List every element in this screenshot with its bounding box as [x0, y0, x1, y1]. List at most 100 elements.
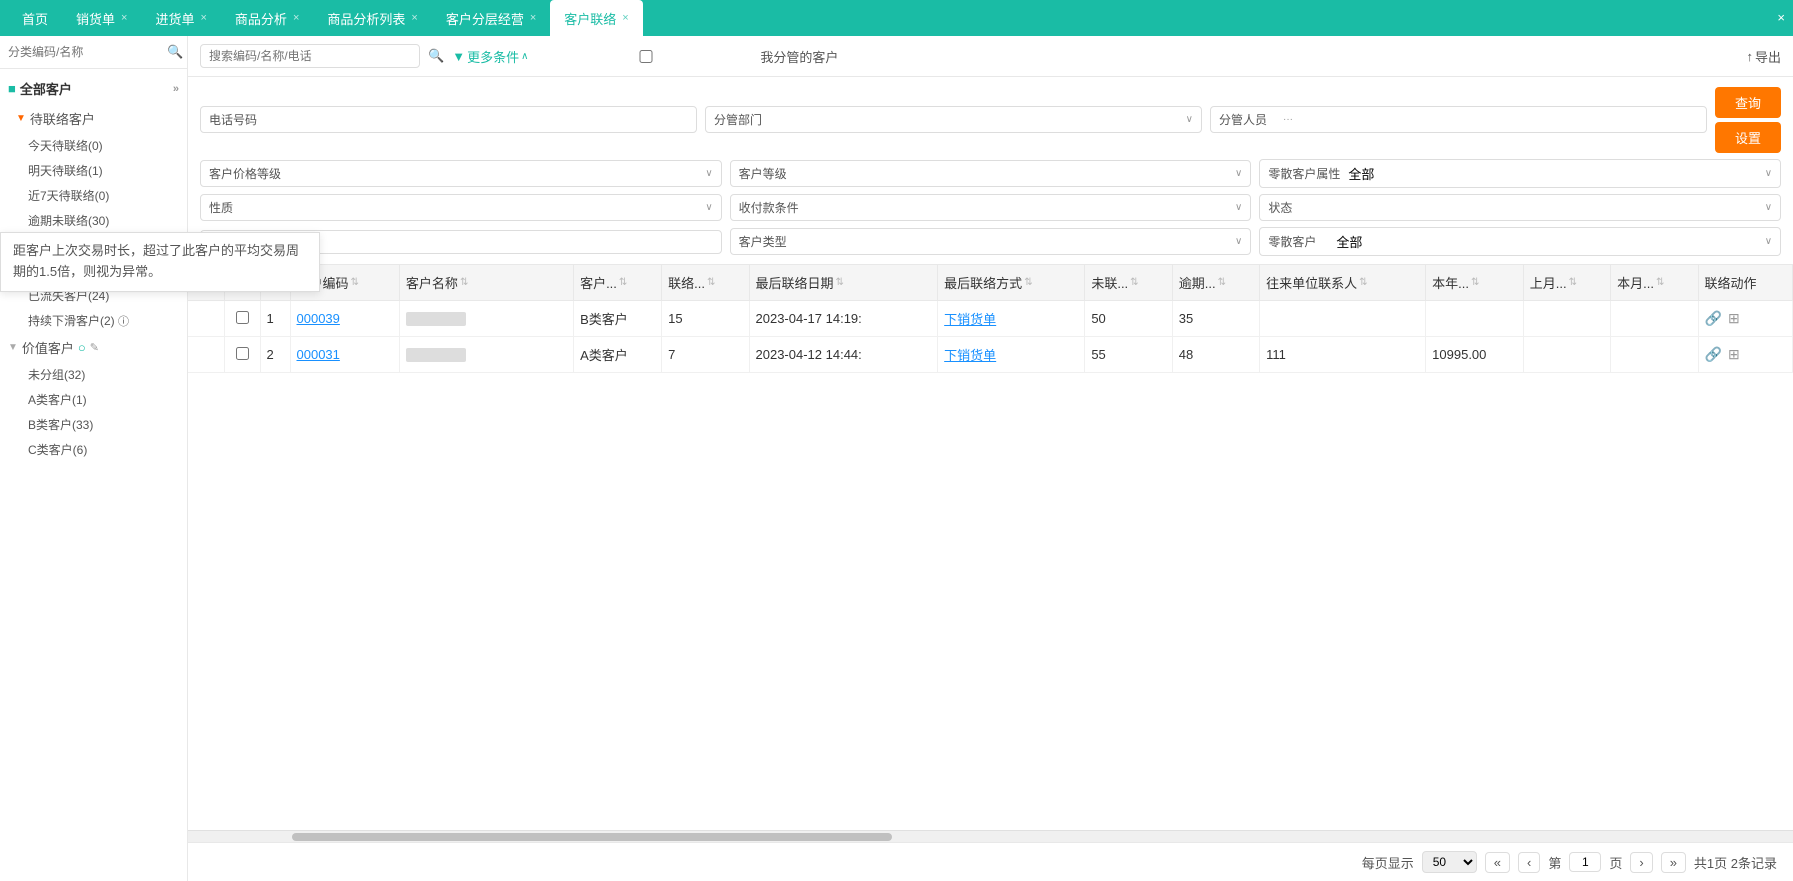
next-page-btn[interactable]: ›: [1630, 852, 1652, 873]
person-field[interactable]: 分管人员 ···: [1210, 106, 1707, 133]
customer-type-field[interactable]: 客户类型 ∨: [730, 228, 1252, 255]
row2-method[interactable]: 下销货单: [938, 337, 1085, 373]
tab-goods-analysis-close[interactable]: ×: [293, 12, 299, 24]
col-overdue-sort[interactable]: ⇅: [1218, 277, 1226, 288]
retail-attr-field[interactable]: 零散客户属性 全部 ∨: [1259, 159, 1781, 188]
sidebar-item-a-class[interactable]: A类客户(1): [0, 387, 187, 412]
sidebar-collapse-btn[interactable]: »: [173, 83, 179, 95]
tab-sales[interactable]: 销货单 ×: [62, 0, 141, 36]
col-this-month[interactable]: 本月... ⇅: [1611, 265, 1698, 301]
col-contact[interactable]: 联络... ⇅: [662, 265, 749, 301]
per-page-select[interactable]: 50 100: [1422, 851, 1477, 873]
scroll-thumb[interactable]: [292, 833, 892, 841]
gender-field[interactable]: 性质 ∨: [200, 194, 722, 221]
value-section-edit2-icon[interactable]: ✎: [90, 341, 99, 354]
tab-customer-tier[interactable]: 客户分层经营 ×: [432, 0, 550, 36]
col-last-month[interactable]: 上月... ⇅: [1523, 265, 1610, 301]
dept-field[interactable]: 分管部门 ∨: [705, 106, 1202, 133]
adv-row-2: 客户价格等级 ∨ 客户等级 ∨ 零散客户属性 全部 ∨: [200, 159, 1781, 188]
row2-select-checkbox[interactable]: [236, 347, 249, 360]
my-customers-checkbox[interactable]: [536, 50, 756, 63]
row1-code[interactable]: 000039: [290, 301, 399, 337]
sidebar-item-today[interactable]: 今天待联络(0): [0, 133, 187, 158]
col-contact-sort[interactable]: ⇅: [707, 277, 715, 288]
status-field[interactable]: 状态 ∨: [1259, 194, 1781, 221]
query-button[interactable]: 查询: [1715, 87, 1781, 118]
sidebar-item-continue-down[interactable]: 持续下滑客户(2) ⓘ: [0, 308, 187, 333]
first-page-btn[interactable]: «: [1485, 852, 1510, 873]
tab-goods-analysis[interactable]: 商品分析 ×: [221, 0, 313, 36]
sidebar-item-c-class[interactable]: C类客户(6): [0, 437, 187, 462]
export-btn[interactable]: ↑ 导出: [1746, 47, 1781, 66]
sidebar-search-input[interactable]: [8, 45, 163, 59]
tab-purchase-close[interactable]: ×: [200, 12, 206, 24]
tab-goods-analysis-list-close[interactable]: ×: [411, 12, 417, 24]
col-this-month-sort[interactable]: ⇅: [1656, 277, 1664, 288]
tab-customer-tier-close[interactable]: ×: [530, 12, 536, 24]
col-history-sort[interactable]: ⇅: [1359, 277, 1367, 288]
col-name-sort[interactable]: ⇅: [460, 277, 468, 288]
close-all-btn[interactable]: ×: [1777, 9, 1785, 27]
tab-customer-contact[interactable]: 客户联络 ×: [550, 0, 642, 36]
tab-sales-close[interactable]: ×: [121, 12, 127, 24]
person-dots[interactable]: ···: [1283, 114, 1293, 125]
customer-level-field[interactable]: 客户等级 ∨: [730, 160, 1252, 187]
col-this-year[interactable]: 本年... ⇅: [1426, 265, 1524, 301]
col-uncontacted[interactable]: 未联... ⇅: [1085, 265, 1172, 301]
tab-goods-analysis-list[interactable]: 商品分析列表 ×: [313, 0, 431, 36]
row2-code[interactable]: 000031: [290, 337, 399, 373]
col-last-contact-date[interactable]: 最后联络日期 ⇅: [749, 265, 938, 301]
col-customer-type[interactable]: 客户... ⇅: [574, 265, 662, 301]
sidebar-item-tomorrow[interactable]: 明天待联络(1): [0, 158, 187, 183]
tab-customer-tier-label: 客户分层经营: [446, 9, 524, 28]
search-icon[interactable]: 🔍: [428, 48, 444, 64]
sidebar-item-ungroup[interactable]: 未分组(32): [0, 362, 187, 387]
more-conditions-btn[interactable]: ▼ 更多条件 ∧: [452, 47, 528, 66]
last-page-btn[interactable]: »: [1661, 852, 1686, 873]
sidebar-item-overdue[interactable]: 逾期未联络(30): [0, 208, 187, 233]
prev-page-btn[interactable]: ‹: [1518, 852, 1540, 873]
more-cond-chevron: ∧: [521, 51, 528, 62]
col-date-sort[interactable]: ⇅: [836, 277, 844, 288]
data-table-wrapper: ⚙ 客户编码 ⇅ 客户名称: [188, 265, 1793, 830]
col-name[interactable]: 客户名称 ⇅: [399, 265, 573, 301]
col-year-sort[interactable]: ⇅: [1471, 277, 1479, 288]
pending-section-title[interactable]: ▼ 待联络客户: [0, 104, 187, 133]
row1-method[interactable]: 下销货单: [938, 301, 1085, 337]
payment-field[interactable]: 收付款条件 ∨: [730, 194, 1252, 221]
phone-field[interactable]: 电话号码: [200, 106, 697, 133]
row2-link-icon[interactable]: 🔗: [1705, 346, 1722, 363]
page-number-input[interactable]: [1569, 852, 1601, 872]
col-type-sort[interactable]: ⇅: [619, 277, 627, 288]
tab-purchase[interactable]: 进货单 ×: [141, 0, 220, 36]
col-last-contact-method[interactable]: 最后联络方式 ⇅: [938, 265, 1085, 301]
row1-grid-icon[interactable]: ⊞: [1728, 310, 1740, 327]
sidebar-search-icon[interactable]: 🔍: [167, 44, 183, 60]
col-overdue[interactable]: 逾期... ⇅: [1172, 265, 1259, 301]
row1-index: 1: [260, 301, 290, 337]
tab-home[interactable]: 首页: [8, 0, 62, 36]
horizontal-scrollbar[interactable]: [188, 830, 1793, 842]
price-tier-field[interactable]: 客户价格等级 ∨: [200, 160, 722, 187]
my-customers-checkbox-label[interactable]: 我分管的客户: [536, 47, 838, 66]
col-code-sort[interactable]: ⇅: [351, 277, 359, 288]
col-method-sort[interactable]: ⇅: [1024, 277, 1032, 288]
row1-link-icon[interactable]: 🔗: [1705, 310, 1722, 327]
row2-checkbox[interactable]: [224, 337, 260, 373]
col-last-month-sort[interactable]: ⇅: [1569, 277, 1577, 288]
row1-actions: 🔗 ⊞: [1698, 301, 1792, 337]
col-uncontacted-sort[interactable]: ⇅: [1130, 277, 1138, 288]
row1-type: B类客户: [574, 301, 662, 337]
row2-grid-icon[interactable]: ⊞: [1728, 346, 1740, 363]
retail-customer-field[interactable]: 零散客户 全部 ∨: [1259, 227, 1781, 256]
setting-button[interactable]: 设置: [1715, 122, 1781, 153]
search-input[interactable]: [200, 44, 420, 68]
row1-select-checkbox[interactable]: [236, 311, 249, 324]
row1-checkbox[interactable]: [224, 301, 260, 337]
tab-customer-contact-close[interactable]: ×: [622, 12, 628, 24]
sidebar-item-b-class[interactable]: B类客户(33): [0, 412, 187, 437]
value-section-edit-icon[interactable]: ○: [78, 340, 86, 355]
sidebar-item-7days[interactable]: 近7天待联络(0): [0, 183, 187, 208]
all-customers-header[interactable]: ■ 全部客户 »: [0, 73, 187, 104]
col-contacts-history[interactable]: 往来单位联系人 ⇅: [1260, 265, 1426, 301]
